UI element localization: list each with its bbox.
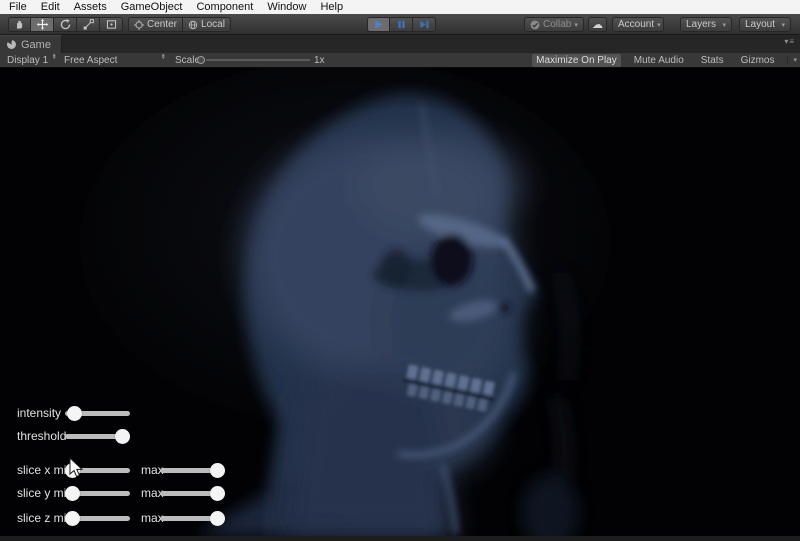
menubar: File Edit Assets GameObject Component Window H… (0, 0, 800, 14)
slice-z-max-slider-knob[interactable] (210, 510, 225, 526)
layout-group: Layout ▾ (739, 17, 791, 32)
intensity-label: intensity (17, 406, 62, 420)
account-label: Account (618, 19, 655, 30)
globe-icon (188, 20, 198, 29)
game-view: intensity threshold slice x min max slice y … (0, 68, 800, 536)
mouse-cursor-icon (69, 457, 84, 478)
scale-icon (83, 19, 94, 30)
maximize-on-play-toggle[interactable]: Maximize On Play (532, 53, 621, 67)
menu-help[interactable]: Help (313, 0, 350, 14)
layers-label: Layers (686, 19, 717, 30)
rotate-tool-button[interactable] (54, 17, 77, 32)
pivot-icon (134, 19, 144, 30)
account-caret-icon: ▾ (657, 21, 661, 29)
pause-button[interactable] (390, 17, 413, 32)
gizmos-caret-icon[interactable]: ▾ (787, 56, 797, 64)
play-icon (375, 20, 383, 29)
layers-dropdown[interactable]: Layers ▾ (680, 17, 732, 32)
display-dropdown[interactable]: Display 1 (7, 53, 48, 67)
collab-caret-icon: ▾ (574, 21, 578, 29)
layers-group: Layers ▾ (680, 17, 732, 32)
intensity-slider-knob[interactable] (67, 405, 82, 421)
menu-window[interactable]: Window (260, 0, 313, 14)
rotate-icon (60, 18, 70, 30)
rotation-label: Local (201, 19, 225, 30)
play-button[interactable] (367, 17, 390, 32)
menu-assets[interactable]: Assets (67, 0, 114, 14)
pivot-toggle-button[interactable]: Center (128, 17, 184, 32)
rotation-toggle-button[interactable]: Local (183, 17, 231, 32)
slider-row-slice-y-min: slice y min max (0, 484, 260, 502)
gizmos-dropdown[interactable]: Gizmos (737, 54, 779, 67)
stats-toggle[interactable]: Stats (697, 54, 728, 67)
step-button[interactable] (413, 17, 436, 32)
account-group: Account ▾ (612, 17, 664, 32)
collab-check-icon (530, 20, 540, 29)
slider-row-intensity: intensity (0, 404, 260, 422)
game-tab[interactable]: Game (0, 35, 62, 53)
game-view-toggles: Maximize On Play Mute Audio Stats Gizmos… (532, 53, 797, 67)
hand-tool-button[interactable] (8, 17, 31, 32)
step-icon (419, 20, 429, 29)
display-dropdown-icon[interactable]: ▲ ▼ (52, 52, 57, 67)
tri-down-icon: ▼ (161, 55, 166, 61)
threshold-slider-knob[interactable] (115, 428, 130, 444)
hand-icon (17, 20, 23, 29)
game-tab-icon (7, 40, 16, 49)
move-icon (36, 18, 48, 30)
pivot-rotation-group: Center Local (128, 17, 231, 32)
menu-file[interactable]: File (2, 0, 34, 14)
slider-row-threshold: threshold (0, 427, 260, 445)
pause-icon (397, 20, 405, 29)
scale-slider-track[interactable] (206, 59, 310, 61)
slice-x-max-slider-knob[interactable] (210, 462, 225, 478)
threshold-label: threshold (17, 429, 67, 443)
unity-toolbar: Center Local Collab ▾ ☁ Account ▾ Layers… (0, 14, 800, 35)
mute-audio-toggle[interactable]: Mute Audio (630, 54, 688, 67)
menu-edit[interactable]: Edit (34, 0, 67, 14)
scale-tool-button[interactable] (77, 17, 100, 32)
panel-menu-icon[interactable]: ▾≡ (784, 37, 795, 46)
cloud-icon: ☁ (592, 18, 603, 31)
window-bottom-edge (0, 536, 800, 541)
layout-caret-icon: ▾ (781, 21, 785, 29)
slider-row-slice-x-min: slice x min max (0, 461, 260, 479)
slice-y-max-slider-knob[interactable] (210, 485, 225, 501)
tri-down-icon: ▼ (52, 55, 57, 61)
game-control-bar: Display 1 ▲ ▼ Free Aspect ▲ ▼ Scale 1x M… (0, 52, 800, 68)
menu-component[interactable]: Component (189, 0, 260, 14)
slice-z-min-slider-knob[interactable] (65, 510, 80, 526)
cloud-button[interactable]: ☁ (588, 17, 607, 32)
slider-row-slice-z-min: slice z min max (0, 509, 260, 527)
panel-tab-bar: Game ▾≡ (0, 35, 800, 53)
scale-slider-knob[interactable] (197, 56, 205, 64)
layout-label: Layout (745, 19, 776, 30)
aspect-dropdown[interactable]: Free Aspect (64, 53, 117, 67)
playmode-controls (367, 17, 436, 32)
collab-button[interactable]: Collab ▾ (524, 17, 584, 32)
account-dropdown[interactable]: Account ▾ (612, 17, 664, 32)
pivot-label: Center (147, 19, 178, 30)
collab-group: Collab ▾ (524, 17, 584, 32)
game-tab-label: Game (21, 38, 51, 51)
scale-value: 1x (314, 54, 325, 66)
rect-tool-button[interactable] (100, 17, 123, 32)
layout-dropdown[interactable]: Layout ▾ (739, 17, 791, 32)
menu-gameobject[interactable]: GameObject (114, 0, 190, 14)
rect-icon (106, 20, 116, 29)
transform-tools (8, 17, 123, 32)
layers-caret-icon: ▾ (722, 21, 726, 29)
aspect-dropdown-icon[interactable]: ▲ ▼ (161, 52, 166, 67)
slice-y-min-slider-knob[interactable] (65, 485, 80, 501)
cloud-group: ☁ (588, 17, 607, 32)
collab-label: Collab (543, 19, 572, 30)
move-tool-button[interactable] (31, 17, 54, 32)
